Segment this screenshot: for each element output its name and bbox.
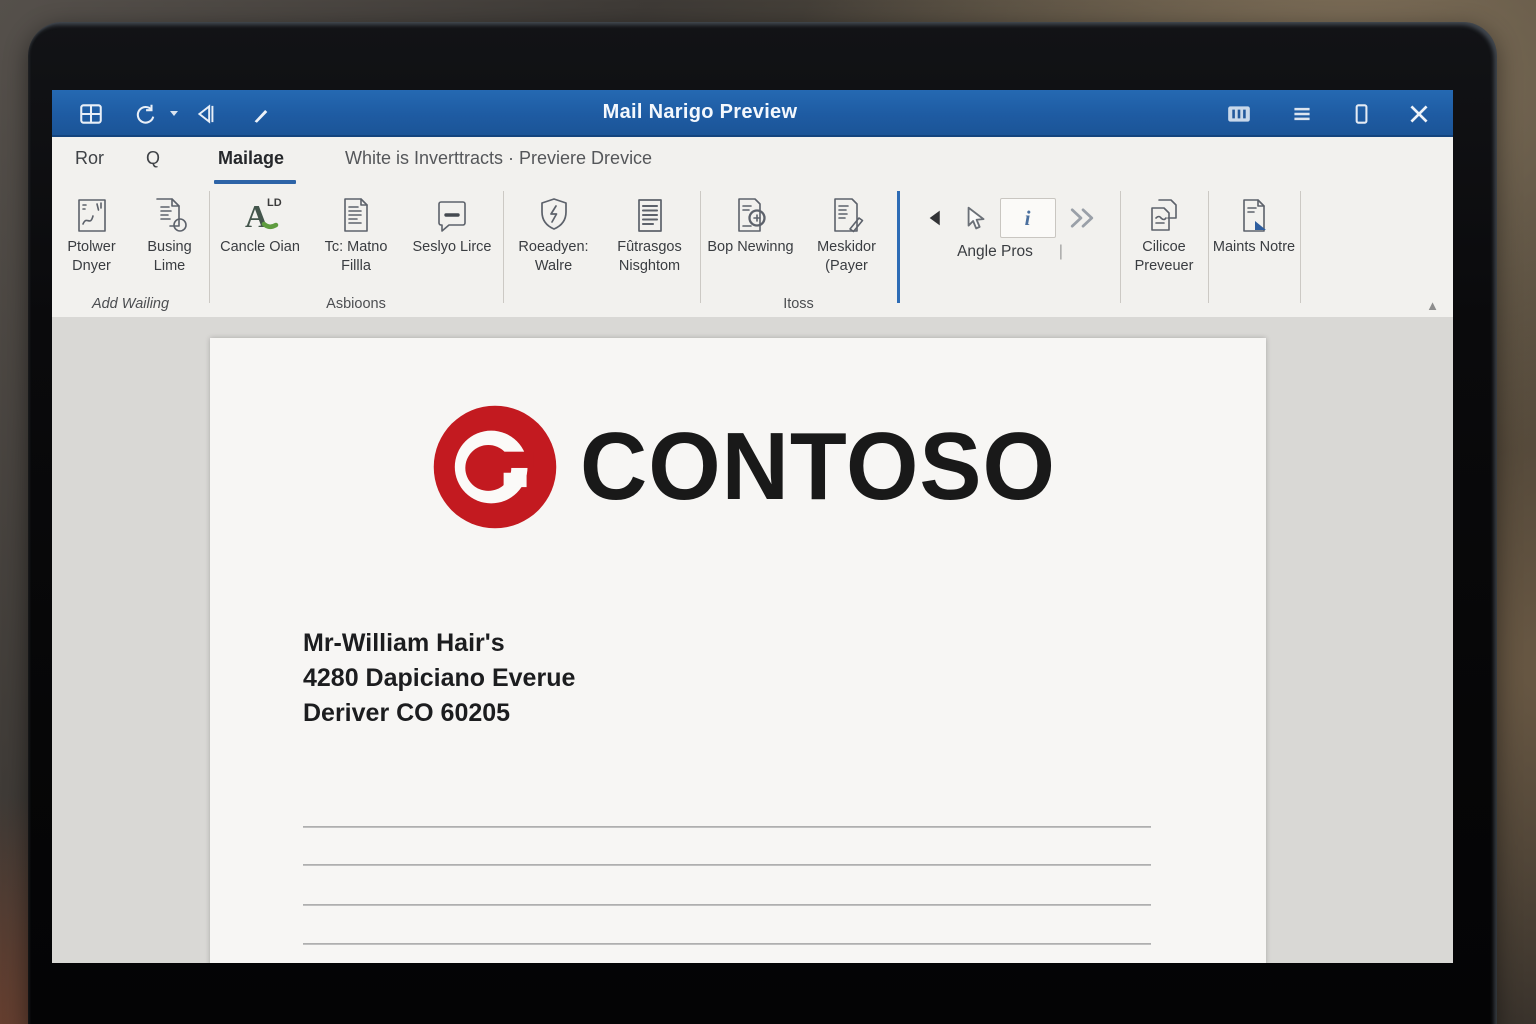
record-number-box[interactable]: i [999,198,1056,238]
menu-icon[interactable] [1289,101,1315,127]
ptolwer-dnyer-button[interactable]: Ptolwer Dnyer [55,194,129,275]
ribbon-group-add-wailing: Ptolwer Dnyer Busing Lime Add Wailing [52,185,209,317]
redo-flag-icon[interactable] [194,101,220,127]
tab-ror[interactable]: Ror [75,148,104,169]
dropdown-caret-icon[interactable] [168,107,194,133]
ribbon-group-cilicoe: Cilicoe Preveuer [1120,185,1208,317]
undo-icon[interactable] [132,101,158,127]
ribbon-group-maints: Maints Notre [1208,185,1300,317]
button-label: Roeadyen: Walre [518,239,589,274]
document-canvas: CONTOSO Mr-William Hair's 4280 Dapiciano… [52,317,1453,963]
button-label: Seslyo Lirce [412,239,492,255]
button-label: Cilicoe Preveuer [1134,239,1194,274]
ribbon: Ptolwer Dnyer Busing Lime Add Wailing A … [52,185,1453,319]
svg-text:LD: LD [267,197,282,209]
text-cursor: | [1058,243,1063,260]
document-search-icon [729,194,773,238]
ribbon-group-preview-results: Roeadyen: Walre Fûtrasgos Nisghtom [503,185,700,317]
group-divider [1300,191,1301,303]
table-grid-icon[interactable] [78,101,104,127]
document-gear-icon [148,194,192,238]
page-flag-icon [1232,194,1276,238]
active-tab-underline [214,180,296,184]
document-pen-icon [825,194,869,238]
cilicoe-preveuer-button[interactable]: Cilicoe Preveuer [1121,194,1207,275]
recipient-address[interactable]: Mr-William Hair's 4280 Dapiciano Everue … [303,626,575,731]
previous-record-icon[interactable] [926,207,948,229]
tab-subtitle: White is Inverttracts · Previere Drevice [345,148,653,168]
svg-text:A: A [245,198,268,234]
roeadyen-walre-button[interactable]: Roeadyen: Walre [508,194,600,275]
cursor-arrow-icon[interactable] [961,205,987,231]
bop-newinng-button[interactable]: Bop Newinng [705,194,797,257]
tab-mailage[interactable]: Mailage [218,148,284,169]
company-logo: CONTOSO [428,400,1071,534]
button-label: Busing Lime [147,239,192,274]
button-label: Meskidor (Payer [817,239,876,274]
shield-icon [532,194,576,238]
pages-icon [1142,194,1186,238]
document-lines-icon [334,194,378,238]
next-record-icon[interactable] [1069,205,1095,231]
address-line: Mr-William Hair's [303,629,505,657]
button-label: Fûtrasgos Nisghtom [617,239,682,274]
button-label: Ptolwer Dnyer [67,239,116,274]
ribbon-group-itoss: Bop Newinng Meskidor (Payer Itoss [700,185,897,317]
ribbon-group-asbioons: A LD Cancle Oian Tc: Matno Fillla Seslyo… [209,185,503,317]
maints-notre-button[interactable]: Maints Notre [1211,194,1297,257]
seslyo-lirce-button[interactable]: Seslyo Lirce [406,194,498,257]
button-label: Maints Notre [1212,239,1296,255]
close-icon[interactable] [1406,101,1432,127]
group-label: Asbioons [326,296,386,312]
columns-icon[interactable] [1226,101,1252,127]
ribbon-tabs: Ror Q Mailage White is Inverttracts · Pr… [52,137,1453,185]
document-text-icon [628,194,672,238]
comment-page-icon [430,194,474,238]
group-label: Add Wailing [91,296,170,312]
window-title: Mail Narigo Preview [602,101,798,123]
address-line: 4280 Dapiciano Everue [303,664,576,692]
busing-lime-button[interactable]: Busing Lime [133,194,207,275]
photo-background: Mail Narigo Preview Ror Q Mailage White … [0,0,1536,1024]
envelope-page[interactable]: CONTOSO Mr-William Hair's 4280 Dapiciano… [210,338,1266,963]
tab-search[interactable]: Q [146,148,160,169]
collapse-ribbon-icon[interactable]: ▲ [1426,298,1439,313]
futrasgos-nisghtom-button[interactable]: Fûtrasgos Nisghtom [604,194,696,275]
restore-icon[interactable] [1348,101,1374,127]
meskidor-payer-button[interactable]: Meskidor (Payer [801,194,893,275]
button-label: Tc: Matno Fillla [324,239,388,274]
address-line: Deriver CO 60205 [303,699,511,727]
ribbon-group-record-nav: i Angle Pros | [900,185,1120,317]
group-label: Itoss [783,296,814,312]
angle-pros-label: Angle Pros [957,243,1033,260]
map-document-icon [70,194,114,238]
writing-line [303,904,1151,906]
writing-line [303,826,1151,828]
writing-line [303,864,1151,866]
group-label: Angle Pros | [900,243,1120,261]
font-style-icon: A LD [238,194,282,238]
brand-name: CONTOSO [580,413,1056,520]
contoso-logo-icon [428,400,562,534]
button-label: Bop Newinng [707,239,794,255]
button-label: Cancle Oian [220,239,300,255]
writing-line [303,943,1151,945]
matno-fillla-button[interactable]: Tc: Matno Fillla [310,194,402,275]
app-window: Mail Narigo Preview Ror Q Mailage White … [52,90,1453,963]
title-bar: Mail Narigo Preview [52,90,1453,137]
pen-icon[interactable] [250,104,276,130]
cancle-oian-button[interactable]: A LD Cancle Oian [214,194,306,257]
